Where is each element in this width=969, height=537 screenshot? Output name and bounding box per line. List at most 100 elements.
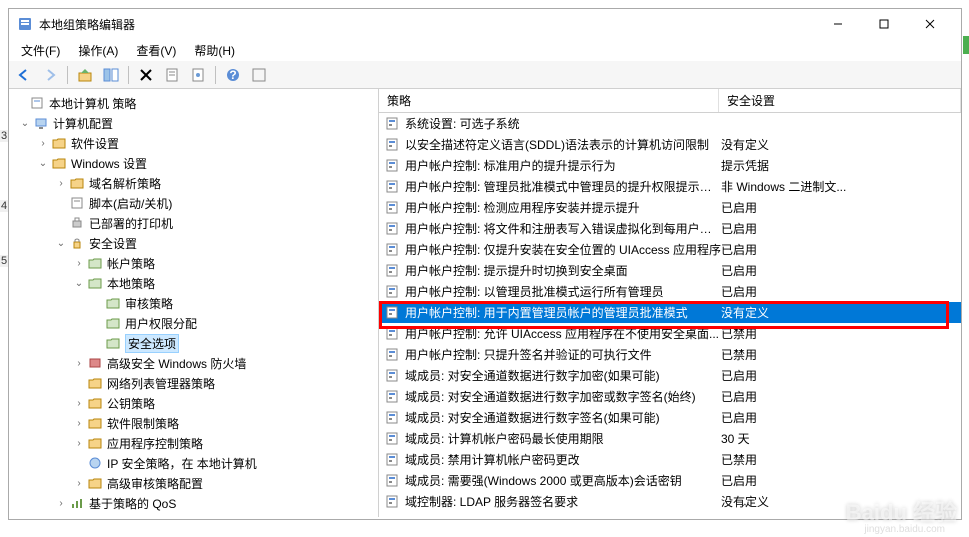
delete-button[interactable] <box>135 64 157 86</box>
list-row[interactable]: 用户帐户控制: 允许 UIAccess 应用程序在不使用安全桌面...已禁用 <box>379 323 961 344</box>
menu-view[interactable]: 查看(V) <box>128 40 184 61</box>
tree-security[interactable]: ⌄安全设置 <box>11 233 376 253</box>
expand-icon[interactable]: ⌄ <box>17 118 33 129</box>
policy-setting: 没有定义 <box>721 304 961 321</box>
tree-pane[interactable]: ▸本地计算机 策略 ⌄计算机配置 ›软件设置 ⌄Windows 设置 ›域名解析… <box>9 89 379 517</box>
window-title: 本地组策略编辑器 <box>39 16 815 33</box>
menubar: 文件(F) 操作(A) 查看(V) 帮助(H) <box>9 39 961 61</box>
forward-button[interactable] <box>39 64 61 86</box>
folder-icon <box>87 255 103 271</box>
menu-file[interactable]: 文件(F) <box>13 40 68 61</box>
policy-name: 域成员: 禁用计算机帐户密码更改 <box>405 451 721 468</box>
tree-secoptions[interactable]: 安全选项 <box>11 333 376 353</box>
collapse-icon[interactable]: ⌄ <box>35 158 51 169</box>
expand-icon[interactable]: › <box>53 498 69 509</box>
folder-icon <box>69 175 85 191</box>
tree-pubkey[interactable]: ›公钥策略 <box>11 393 376 413</box>
list-row[interactable]: 域成员: 对安全通道数据进行数字加密或数字签名(始终)已启用 <box>379 386 961 407</box>
expand-icon[interactable]: › <box>71 398 87 409</box>
printer-icon <box>69 215 85 231</box>
policy-item-icon <box>385 200 401 216</box>
list-row[interactable]: 系统设置: 可选子系统 <box>379 113 961 134</box>
tree-software[interactable]: ›软件设置 <box>11 133 376 153</box>
policy-setting: 已禁用 <box>721 346 961 363</box>
list-header: 策略 安全设置 <box>379 89 961 113</box>
folder-icon <box>87 375 103 391</box>
maximize-button[interactable] <box>861 9 907 39</box>
list-row[interactable]: 域成员: 计算机帐户密码最长使用期限30 天 <box>379 428 961 449</box>
minimize-button[interactable] <box>815 9 861 39</box>
list-row[interactable]: 用户帐户控制: 提示提升时切换到安全桌面已启用 <box>379 260 961 281</box>
tree-netlist[interactable]: 网络列表管理器策略 <box>11 373 376 393</box>
policy-setting: 已启用 <box>721 472 961 489</box>
column-setting[interactable]: 安全设置 <box>719 89 961 112</box>
policy-item-icon <box>385 137 401 153</box>
tree-audit[interactable]: 审核策略 <box>11 293 376 313</box>
expand-icon[interactable]: › <box>71 438 87 449</box>
list-row[interactable]: 用户帐户控制: 将文件和注册表写入错误虚拟化到每用户位置已启用 <box>379 218 961 239</box>
tree-userrights[interactable]: 用户权限分配 <box>11 313 376 333</box>
tree-account[interactable]: ›帐户策略 <box>11 253 376 273</box>
list-row[interactable]: 域成员: 需要强(Windows 2000 或更高版本)会话密钥已启用 <box>379 470 961 491</box>
policy-setting: 已启用 <box>721 241 961 258</box>
folder-icon <box>51 155 67 171</box>
list-row[interactable]: 域成员: 对安全通道数据进行数字加密(如果可能)已启用 <box>379 365 961 386</box>
collapse-icon[interactable]: ⌄ <box>71 278 87 289</box>
sort-hint-icon: ⌃ <box>741 503 749 514</box>
tree-computer-config[interactable]: ⌄计算机配置 <box>11 113 376 133</box>
policy-item-icon <box>385 221 401 237</box>
expand-icon[interactable]: › <box>53 178 69 189</box>
tree-softrestrict[interactable]: ›软件限制策略 <box>11 413 376 433</box>
tree-scripts[interactable]: 脚本(启动/关机) <box>11 193 376 213</box>
tree-root[interactable]: ▸本地计算机 策略 <box>11 93 376 113</box>
tree-printers[interactable]: 已部署的打印机 <box>11 213 376 233</box>
list-row[interactable]: 域成员: 对安全通道数据进行数字签名(如果可能)已启用 <box>379 407 961 428</box>
column-policy[interactable]: 策略 <box>379 89 719 112</box>
up-button[interactable] <box>74 64 96 86</box>
tree-firewall[interactable]: ›高级安全 Windows 防火墙 <box>11 353 376 373</box>
tree-advaudit[interactable]: ›高级审核策略配置 <box>11 473 376 493</box>
collapse-icon[interactable]: ⌄ <box>53 238 69 249</box>
security-icon <box>69 235 85 251</box>
properties-button[interactable] <box>187 64 209 86</box>
policy-item-icon <box>385 431 401 447</box>
list-row[interactable]: 域控制器: LDAP 服务器签名要求没有定义 <box>379 491 961 512</box>
qos-icon <box>69 495 85 511</box>
folder-icon <box>87 415 103 431</box>
tree-ipsec[interactable]: IP 安全策略，在 本地计算机 <box>11 453 376 473</box>
expand-icon[interactable]: › <box>71 358 87 369</box>
menu-help[interactable]: 帮助(H) <box>186 40 243 61</box>
list-row[interactable]: 用户帐户控制: 以管理员批准模式运行所有管理员已启用 <box>379 281 961 302</box>
refresh-button[interactable] <box>248 64 270 86</box>
list-row[interactable]: 用户帐户控制: 管理员批准模式中管理员的提升权限提示的...非 Windows … <box>379 176 961 197</box>
list-row[interactable]: 用户帐户控制: 只提升签名并验证的可执行文件已禁用 <box>379 344 961 365</box>
body: ▸本地计算机 策略 ⌄计算机配置 ›软件设置 ⌄Windows 设置 ›域名解析… <box>9 89 961 517</box>
tree-local[interactable]: ⌄本地策略 <box>11 273 376 293</box>
policy-item-icon <box>385 263 401 279</box>
expand-icon[interactable]: › <box>71 478 87 489</box>
list-row[interactable]: 用户帐户控制: 用于内置管理员帐户的管理员批准模式没有定义 <box>379 302 961 323</box>
show-hide-tree-button[interactable] <box>100 64 122 86</box>
list-row[interactable]: 用户帐户控制: 检测应用程序安装并提示提升已启用 <box>379 197 961 218</box>
help-button[interactable]: ? <box>222 64 244 86</box>
list-body[interactable]: 系统设置: 可选子系统以安全描述符定义语言(SDDL)语法表示的计算机访问限制没… <box>379 113 961 517</box>
list-row[interactable]: 用户帐户控制: 标准用户的提升提示行为提示凭据 <box>379 155 961 176</box>
export-button[interactable] <box>161 64 183 86</box>
close-button[interactable] <box>907 9 953 39</box>
policy-item-icon <box>385 116 401 132</box>
expand-icon[interactable]: › <box>35 138 51 149</box>
tree-windows[interactable]: ⌄Windows 设置 <box>11 153 376 173</box>
list-row[interactable]: 以安全描述符定义语言(SDDL)语法表示的计算机访问限制没有定义 <box>379 134 961 155</box>
tree-dns[interactable]: ›域名解析策略 <box>11 173 376 193</box>
tree-appcontrol[interactable]: ›应用程序控制策略 <box>11 433 376 453</box>
policy-name: 用户帐户控制: 用于内置管理员帐户的管理员批准模式 <box>405 304 721 321</box>
expand-icon[interactable]: › <box>71 418 87 429</box>
list-row[interactable]: 用户帐户控制: 仅提升安装在安全位置的 UIAccess 应用程序已启用 <box>379 239 961 260</box>
side-number: 3 <box>0 130 8 142</box>
tree-qos[interactable]: ›基于策略的 QoS <box>11 493 376 513</box>
back-button[interactable] <box>13 64 35 86</box>
expand-icon[interactable]: › <box>71 258 87 269</box>
window-controls <box>815 9 953 39</box>
menu-action[interactable]: 操作(A) <box>70 40 126 61</box>
list-row[interactable]: 域成员: 禁用计算机帐户密码更改已禁用 <box>379 449 961 470</box>
